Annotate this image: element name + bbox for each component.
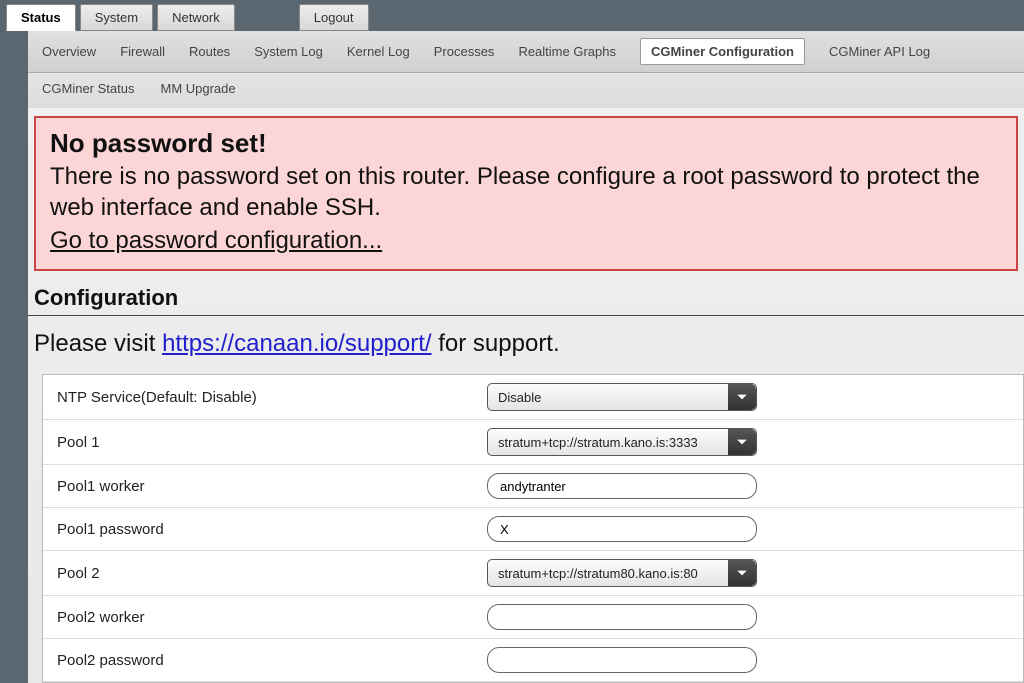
select-pool2-value: stratum+tcp://stratum80.kano.is:80 xyxy=(498,566,698,581)
tab-system[interactable]: System xyxy=(80,4,153,31)
support-text: Please visit https://canaan.io/support/ … xyxy=(28,316,1024,374)
chevron-down-icon xyxy=(728,384,756,410)
label-ntp: NTP Service(Default: Disable) xyxy=(57,389,487,406)
subtab-cgminer-status[interactable]: CGMiner Status xyxy=(42,79,134,98)
subtab-realtime[interactable]: Realtime Graphs xyxy=(518,42,616,61)
subtab-routes[interactable]: Routes xyxy=(189,42,230,61)
config-form: NTP Service(Default: Disable) Disable Po… xyxy=(42,374,1024,683)
label-pool2: Pool 2 xyxy=(57,565,487,582)
subtab-overview[interactable]: Overview xyxy=(42,42,96,61)
tab-network[interactable]: Network xyxy=(157,4,235,31)
row-pool1-password: Pool1 password xyxy=(43,508,1023,551)
subtab-cgminer-apilog[interactable]: CGMiner API Log xyxy=(829,42,930,61)
select-pool1[interactable]: stratum+tcp://stratum.kano.is:3333 xyxy=(487,428,757,456)
page-title: Configuration xyxy=(28,271,1024,316)
select-ntp[interactable]: Disable xyxy=(487,383,757,411)
sub-tab-bar-2: CGMiner Status MM Upgrade xyxy=(28,73,1024,108)
top-tab-bar: Status System Network Logout xyxy=(0,0,1024,31)
tab-logout[interactable]: Logout xyxy=(299,4,369,31)
label-pool1: Pool 1 xyxy=(57,434,487,451)
password-warning-alert: No password set! There is no password se… xyxy=(34,116,1018,271)
select-pool1-value: stratum+tcp://stratum.kano.is:3333 xyxy=(498,435,698,450)
input-pool2-worker[interactable] xyxy=(487,604,757,630)
row-pool2: Pool 2 stratum+tcp://stratum80.kano.is:8… xyxy=(43,551,1023,596)
label-pool2-password: Pool2 password xyxy=(57,652,487,669)
support-suffix: for support. xyxy=(432,330,560,357)
label-pool1-password: Pool1 password xyxy=(57,521,487,538)
sub-tab-bar: Overview Firewall Routes System Log Kern… xyxy=(28,31,1024,73)
alert-body: There is no password set on this router.… xyxy=(50,161,1002,223)
row-pool2-password: Pool2 password xyxy=(43,639,1023,682)
select-ntp-value: Disable xyxy=(498,390,541,405)
subtab-cgminer-config[interactable]: CGMiner Configuration xyxy=(640,38,805,65)
input-pool1-password[interactable] xyxy=(487,516,757,542)
select-pool2[interactable]: stratum+tcp://stratum80.kano.is:80 xyxy=(487,559,757,587)
row-pool1-worker: Pool1 worker xyxy=(43,465,1023,508)
main-container: Overview Firewall Routes System Log Kern… xyxy=(28,31,1024,683)
subtab-mm-upgrade[interactable]: MM Upgrade xyxy=(160,79,235,98)
subtab-firewall[interactable]: Firewall xyxy=(120,42,165,61)
label-pool2-worker: Pool2 worker xyxy=(57,609,487,626)
password-config-link[interactable]: Go to password configuration... xyxy=(50,227,382,255)
row-pool1: Pool 1 stratum+tcp://stratum.kano.is:333… xyxy=(43,420,1023,465)
row-pool2-worker: Pool2 worker xyxy=(43,596,1023,639)
support-link[interactable]: https://canaan.io/support/ xyxy=(162,330,432,357)
support-prefix: Please visit xyxy=(34,330,162,357)
subtab-processes[interactable]: Processes xyxy=(434,42,495,61)
label-pool1-worker: Pool1 worker xyxy=(57,478,487,495)
alert-title: No password set! xyxy=(50,128,1002,159)
input-pool2-password[interactable] xyxy=(487,647,757,673)
chevron-down-icon xyxy=(728,429,756,455)
tab-status[interactable]: Status xyxy=(6,4,76,31)
subtab-systemlog[interactable]: System Log xyxy=(254,42,323,61)
row-ntp: NTP Service(Default: Disable) Disable xyxy=(43,375,1023,420)
input-pool1-worker[interactable] xyxy=(487,473,757,499)
chevron-down-icon xyxy=(728,560,756,586)
subtab-kernellog[interactable]: Kernel Log xyxy=(347,42,410,61)
